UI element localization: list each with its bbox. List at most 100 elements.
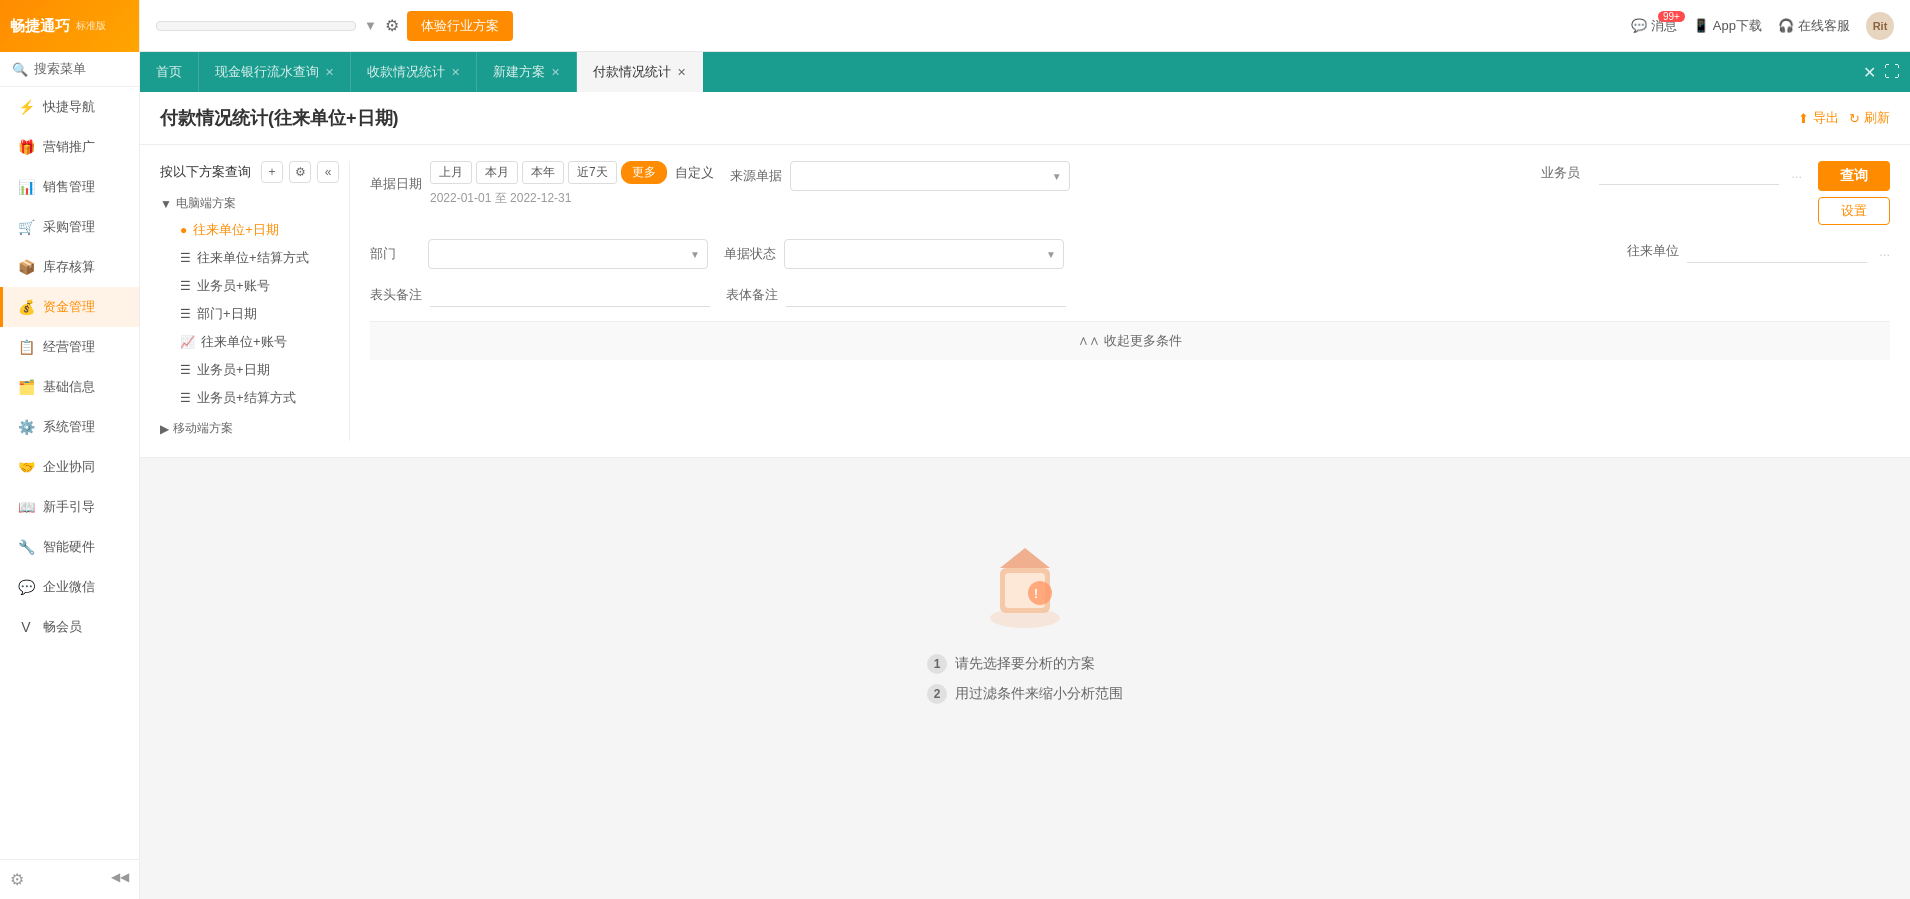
refresh-icon: ↻: [1849, 111, 1860, 126]
try-industry-button[interactable]: 体验行业方案: [407, 11, 513, 41]
tip-number-1: 1: [927, 654, 947, 674]
tabs-bar: 首页 现金银行流水查询 ✕ 收款情况统计 ✕ 新建方案 ✕ 付款情况统计 ✕ ✕…: [140, 52, 1910, 92]
add-scheme-button[interactable]: +: [261, 161, 283, 183]
filter-sidebar-actions: + ⚙ «: [261, 161, 339, 183]
scheme-settings-button[interactable]: ⚙: [289, 161, 311, 183]
tab-home[interactable]: 首页: [140, 52, 199, 92]
svg-text:!: !: [1034, 587, 1038, 601]
scheme-item-dept-date[interactable]: ☰ 部门+日期: [160, 300, 339, 328]
body-note-label: 表体备注: [726, 286, 778, 304]
sidebar-item-system[interactable]: ⚙️ 系统管理: [0, 407, 139, 447]
chevron-down-icon: ▼: [364, 18, 377, 33]
scheme-doc-icon: ☰: [180, 251, 191, 265]
last-7days-btn[interactable]: 近7天: [568, 161, 617, 184]
tab-bank-label: 现金银行流水查询: [215, 63, 319, 81]
sidebar-item-guide[interactable]: 📖 新手引导: [0, 487, 139, 527]
address-bar[interactable]: [156, 21, 356, 31]
empty-tip-1: 1 请先选择要分析的方案: [927, 654, 1123, 674]
export-button[interactable]: ⬆ 导出: [1798, 109, 1839, 127]
online-service-button[interactable]: 🎧 在线客服: [1778, 17, 1850, 35]
filter-sidebar-header: 按以下方案查询 + ⚙ «: [160, 161, 339, 183]
chevron-left-icon: «: [325, 165, 332, 179]
sidebar-item-marketing[interactable]: 🎁 营销推广: [0, 127, 139, 167]
source-field: 来源单据: [730, 161, 1525, 191]
sidebar-item-quick-nav[interactable]: ⚡ 快捷导航: [0, 87, 139, 127]
sidebar-item-operation[interactable]: 📋 经营管理: [0, 327, 139, 367]
service-icon: 🎧: [1778, 18, 1794, 33]
dept-select[interactable]: [428, 239, 708, 269]
source-select[interactable]: [790, 161, 1070, 191]
basic-icon: 🗂️: [17, 378, 35, 396]
enterprise-icon: 🤝: [17, 458, 35, 476]
tab-bank-close-icon[interactable]: ✕: [325, 66, 334, 79]
sidebar-settings-icon[interactable]: ⚙: [10, 870, 24, 889]
sidebar-item-finance[interactable]: 💰 资金管理: [0, 287, 139, 327]
sidebar-item-purchase[interactable]: 🛒 采购管理: [0, 207, 139, 247]
mobile-group-title[interactable]: ▶ 移动端方案: [160, 416, 339, 441]
sidebar-item-hardware[interactable]: 🔧 智能硬件: [0, 527, 139, 567]
sidebar-collapse-icon[interactable]: ◀◀: [111, 870, 129, 889]
query-button[interactable]: 查询: [1818, 161, 1890, 191]
settings-button[interactable]: 设置: [1818, 197, 1890, 225]
operation-icon: 📋: [17, 338, 35, 356]
partner-input[interactable]: [1687, 239, 1867, 263]
message-button[interactable]: 💬 消息 99+: [1631, 17, 1677, 35]
tab-receipt-close-icon[interactable]: ✕: [451, 66, 460, 79]
dept-label: 部门: [370, 245, 420, 263]
scheme-item-staff-date[interactable]: ☰ 业务员+日期: [160, 356, 339, 384]
avatar: Rit: [1866, 12, 1894, 40]
date-field: 单据日期 上月 本月 本年 近7天 更多 自定义 2022-01-01 至 20…: [370, 161, 714, 207]
collapse-more-button[interactable]: ∧∧ 收起更多条件: [370, 321, 1890, 360]
sidebar-item-member[interactable]: V 畅会员: [0, 607, 139, 647]
sidebar-item-label: 经营管理: [43, 338, 95, 356]
custom-date-btn[interactable]: 自定义: [675, 164, 714, 182]
scheme-item-unit-settle[interactable]: ☰ 往来单位+结算方式: [160, 244, 339, 272]
topbar-right: 💬 消息 99+ 📱 App下载 🎧 在线客服 Rit: [1631, 12, 1894, 40]
app-download-button[interactable]: 📱 App下载: [1693, 17, 1762, 35]
sidebar-search-item[interactable]: 🔍 搜索菜单: [0, 52, 139, 87]
body-note-input[interactable]: [786, 283, 1066, 307]
scheme-collapse-button[interactable]: «: [317, 161, 339, 183]
empty-tip-2: 2 用过滤条件来缩小分析范围: [927, 684, 1123, 704]
sidebar-item-inventory[interactable]: 📦 库存核算: [0, 247, 139, 287]
scheme-item-unit-account[interactable]: 📈 往来单位+账号: [160, 328, 339, 356]
sidebar-item-label: 销售管理: [43, 178, 95, 196]
tab-new-scheme-close-icon[interactable]: ✕: [551, 66, 560, 79]
scheme-item-staff-account[interactable]: ☰ 业务员+账号: [160, 272, 339, 300]
tab-payment[interactable]: 付款情况统计 ✕: [577, 52, 703, 92]
sidebar-item-sales[interactable]: 📊 销售管理: [0, 167, 139, 207]
sidebar-item-basic[interactable]: 🗂️ 基础信息: [0, 367, 139, 407]
scheme-item-staff-settle[interactable]: ☰ 业务员+结算方式: [160, 384, 339, 412]
this-month-btn[interactable]: 本月: [476, 161, 518, 184]
tab-payment-close-icon[interactable]: ✕: [677, 66, 686, 79]
empty-tips: 1 请先选择要分析的方案 2 用过滤条件来缩小分析范围: [927, 654, 1123, 704]
sidebar-search-label: 搜索菜单: [34, 60, 86, 78]
refresh-button[interactable]: ↻ 刷新: [1849, 109, 1890, 127]
app-label: App下载: [1713, 17, 1762, 35]
last-month-btn[interactable]: 上月: [430, 161, 472, 184]
more-dates-btn[interactable]: 更多: [621, 161, 667, 184]
sidebar-item-enterprise[interactable]: 🤝 企业协同: [0, 447, 139, 487]
status-label: 单据状态: [724, 245, 776, 263]
tab-receipt[interactable]: 收款情况统计 ✕: [351, 52, 477, 92]
header-note-input[interactable]: [430, 283, 710, 307]
status-select[interactable]: [784, 239, 1064, 269]
sidebar-footer: ⚙ ◀◀: [0, 859, 139, 899]
tab-bank[interactable]: 现金银行流水查询 ✕: [199, 52, 351, 92]
gear-small-icon: ⚙: [295, 165, 306, 179]
sidebar-item-label: 系统管理: [43, 418, 95, 436]
user-area[interactable]: Rit: [1866, 12, 1894, 40]
desktop-group-title[interactable]: ▼ 电脑端方案: [160, 191, 339, 216]
this-year-btn[interactable]: 本年: [522, 161, 564, 184]
filter-actions: 查询 设置: [1818, 161, 1890, 225]
sidebar-item-wechat[interactable]: 💬 企业微信: [0, 567, 139, 607]
scheme-chart-icon: 📈: [180, 335, 195, 349]
scheme-item-unit-date[interactable]: ● 往来单位+日期: [160, 216, 339, 244]
tabs-close-all-icon[interactable]: ✕: [1863, 63, 1876, 82]
tabs-maximize-icon[interactable]: ⛶: [1884, 63, 1900, 81]
tab-new-scheme[interactable]: 新建方案 ✕: [477, 52, 577, 92]
chevron-right-icon: ▶: [160, 422, 169, 436]
page-title: 付款情况统计(往来单位+日期): [160, 106, 399, 130]
settings-gear-icon[interactable]: ⚙: [385, 16, 399, 35]
staff-input[interactable]: [1599, 161, 1779, 185]
